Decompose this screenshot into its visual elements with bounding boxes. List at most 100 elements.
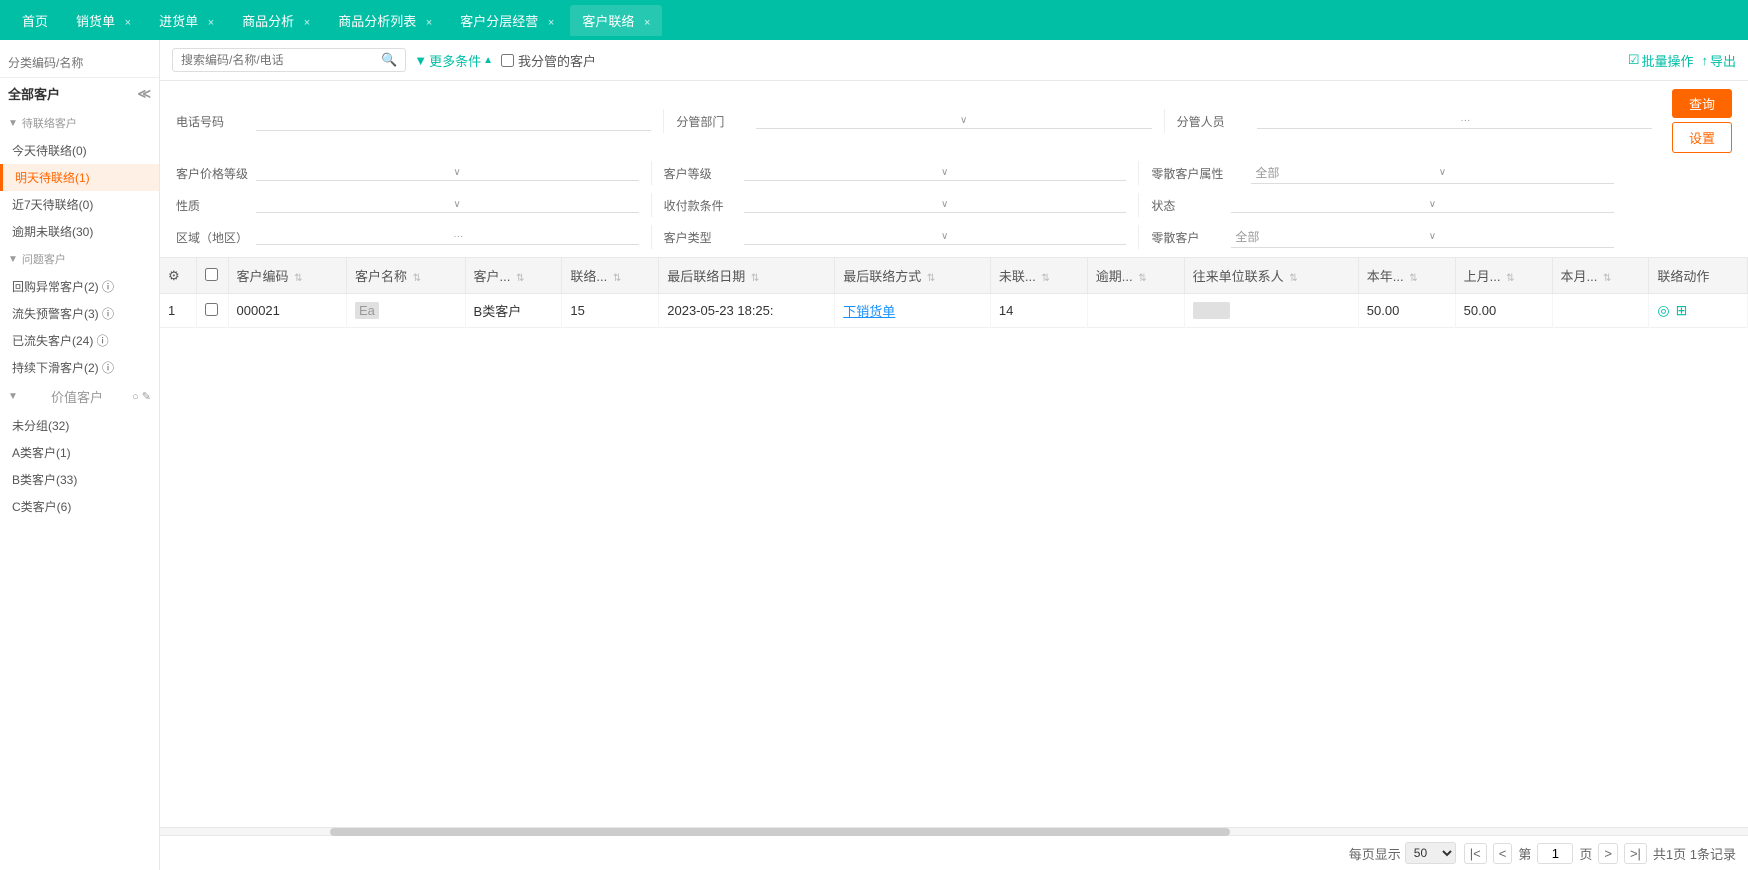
filter-payment-select[interactable]: ∨ [744,197,1127,213]
sidebar-item-class-b[interactable]: B类客户(33) [0,466,159,493]
cell-last-method[interactable]: 下销货单 [835,294,991,328]
cell-company-contact [1184,294,1358,328]
page-input[interactable] [1537,843,1573,864]
customer-table: ⚙ 客户编码 ⇅ 客户名称 ⇅ 客户... ⇅ 联络... ⇅ 最后联络日期 ⇅… [160,258,1748,328]
col-type[interactable]: 客户... ⇅ [465,258,562,294]
cell-checkbox[interactable] [196,294,228,328]
settings-icon: ⚙ [168,268,180,283]
filter-level-select[interactable]: ∨ [744,165,1127,181]
filter-dept-select[interactable]: ∨ [756,113,1151,129]
nav-customer-stratify[interactable]: 客户分层经营 × [448,5,566,36]
col-this-month[interactable]: 本月... ⇅ [1552,258,1649,294]
cell-last-date: 2023-05-23 18:25: [659,294,835,328]
nav-customer-contact[interactable]: 客户联络 × [570,5,662,36]
sidebar-item-overdue[interactable]: 逾期未联络(30) [0,218,159,245]
bottom-bar: 每页显示 50 100 200 |< < 第 页 > >| 共1页 1条记录 [160,835,1748,870]
set-btn[interactable]: 设置 [1672,122,1732,153]
query-btn[interactable]: 查询 [1672,89,1732,118]
col-checkbox[interactable] [196,258,228,294]
close-customer-stratify-icon[interactable]: × [548,17,554,29]
customer-type-arrow-icon: ∨ [937,229,1126,244]
col-this-year[interactable]: 本年... ⇅ [1358,258,1455,294]
batch-operation-btn[interactable]: ☑ 批量操作 [1628,51,1694,70]
close-sales-icon[interactable]: × [125,17,131,29]
last-page-btn[interactable]: >| [1624,843,1647,864]
next-page-btn[interactable]: > [1598,843,1618,864]
value-group-title: 价值客户 ○ ✎ [0,381,159,412]
nav-purchase[interactable]: 进货单 × [147,5,226,36]
filter-retail-attr: 零散客户属性 全部 ∨ [1151,162,1614,184]
close-product-analysis-icon[interactable]: × [304,17,310,29]
sidebar-item-today[interactable]: 今天待联络(0) [0,137,159,164]
checkbox-batch-icon: ☑ [1628,52,1640,68]
more-action-icon[interactable]: ⊞ [1676,302,1688,319]
close-purchase-icon[interactable]: × [208,17,214,29]
filter-status-select[interactable]: ∨ [1231,197,1614,213]
col-contact-count[interactable]: 联络... ⇅ [562,258,659,294]
sidebar-item-ungrouped[interactable]: 未分组(32) [0,412,159,439]
select-all-checkbox[interactable] [205,268,218,281]
page-size-wrap: 每页显示 50 100 200 [1349,842,1456,864]
sidebar-item-class-c[interactable]: C类客户(6) [0,493,159,520]
filter-region-select[interactable]: ··· [256,229,639,245]
table-row: 1 000021 Ea B类客户 15 2023-05-23 18:25: 下销… [160,294,1748,328]
nature-arrow-icon: ∨ [449,197,638,212]
col-not-contacted[interactable]: 未联... ⇅ [990,258,1087,294]
region-arrow-icon: ··· [449,229,638,244]
col-code[interactable]: 客户编码 ⇅ [228,258,347,294]
col-settings[interactable]: ⚙ [160,258,196,294]
export-btn[interactable]: ↑ 导出 [1701,51,1736,70]
name-sort-icon: ⇅ [413,273,421,284]
sidebar-item-7days[interactable]: 近7天待联络(0) [0,191,159,218]
sidebar-item-declining[interactable]: 持续下滑客户(2) ⓘ [0,354,159,381]
sidebar-item-abnormal[interactable]: 回购异常客户(2) ⓘ [0,273,159,300]
page-label: 第 [1518,844,1531,863]
sidebar-item-churned[interactable]: 已流失客户(24) ⓘ [0,327,159,354]
main-content: 🔍 ▼ 更多条件 ▲ 我分管的客户 ☑ 批量操作 ↑ 导出 [160,40,1748,870]
col-last-date[interactable]: 最后联络日期 ⇅ [659,258,835,294]
filter-price-level: 客户价格等级 ∨ [176,165,639,182]
all-customers-title[interactable]: 全部客户 ≪ [0,78,159,109]
last-date-sort-icon: ⇅ [751,273,759,284]
table-wrap: ⚙ 客户编码 ⇅ 客户名称 ⇅ 客户... ⇅ 联络... ⇅ 最后联络日期 ⇅… [160,258,1748,827]
filter-nature-select[interactable]: ∨ [256,197,639,213]
filter-customer-type-select[interactable]: ∨ [744,229,1127,245]
nav-sales[interactable]: 销货单 × [64,5,143,36]
scroll-thumb[interactable] [330,828,1230,836]
my-customers-filter[interactable]: 我分管的客户 [501,51,596,70]
filter-retail-attr-select[interactable]: 全部 ∨ [1251,162,1614,184]
sidebar-search-input[interactable] [8,56,160,70]
nav-home[interactable]: 首页 [10,5,60,36]
search-input[interactable] [181,53,381,67]
cell-name[interactable]: Ea [347,294,466,328]
dept-arrow-icon: ∨ [956,113,1152,128]
horizontal-scrollbar[interactable] [160,827,1748,835]
filter-more-btn[interactable]: ▼ 更多条件 ▲ [414,51,493,70]
sidebar-item-class-a[interactable]: A类客户(1) [0,439,159,466]
page-size-select[interactable]: 50 100 200 [1405,842,1456,864]
close-customer-contact-icon[interactable]: × [644,17,650,29]
col-overdue[interactable]: 逾期... ⇅ [1087,258,1184,294]
col-name[interactable]: 客户名称 ⇅ [347,258,466,294]
filter-retail-select[interactable]: 全部 ∨ [1231,226,1614,248]
col-company-contact[interactable]: 往来单位联系人 ⇅ [1184,258,1358,294]
my-customers-checkbox[interactable] [501,54,514,67]
prev-page-btn[interactable]: < [1493,843,1513,864]
cell-idx: 1 [160,294,196,328]
col-last-method[interactable]: 最后联络方式 ⇅ [835,258,991,294]
sidebar-item-tomorrow[interactable]: 明天待联络(1) [0,164,159,191]
first-page-btn[interactable]: |< [1464,843,1487,864]
sidebar-item-churn-warning[interactable]: 流失预警客户(3) ⓘ [0,300,159,327]
filter-person-select[interactable]: ··· [1257,113,1652,129]
nav-product-analysis-list[interactable]: 商品分析列表 × [326,5,444,36]
last-month-sort-icon: ⇅ [1506,273,1514,284]
filter-phone-input[interactable] [256,112,651,131]
contact-action-icon[interactable]: ◎ [1657,302,1669,319]
pagination: |< < 第 页 > >| 共1页 1条记录 [1464,843,1736,864]
row-checkbox[interactable] [205,303,218,316]
nav-product-analysis[interactable]: 商品分析 × [230,5,322,36]
close-product-analysis-list-icon[interactable]: × [426,17,432,29]
col-last-month[interactable]: 上月... ⇅ [1455,258,1552,294]
cell-overdue [1087,294,1184,328]
filter-price-select[interactable]: ∨ [256,165,639,181]
